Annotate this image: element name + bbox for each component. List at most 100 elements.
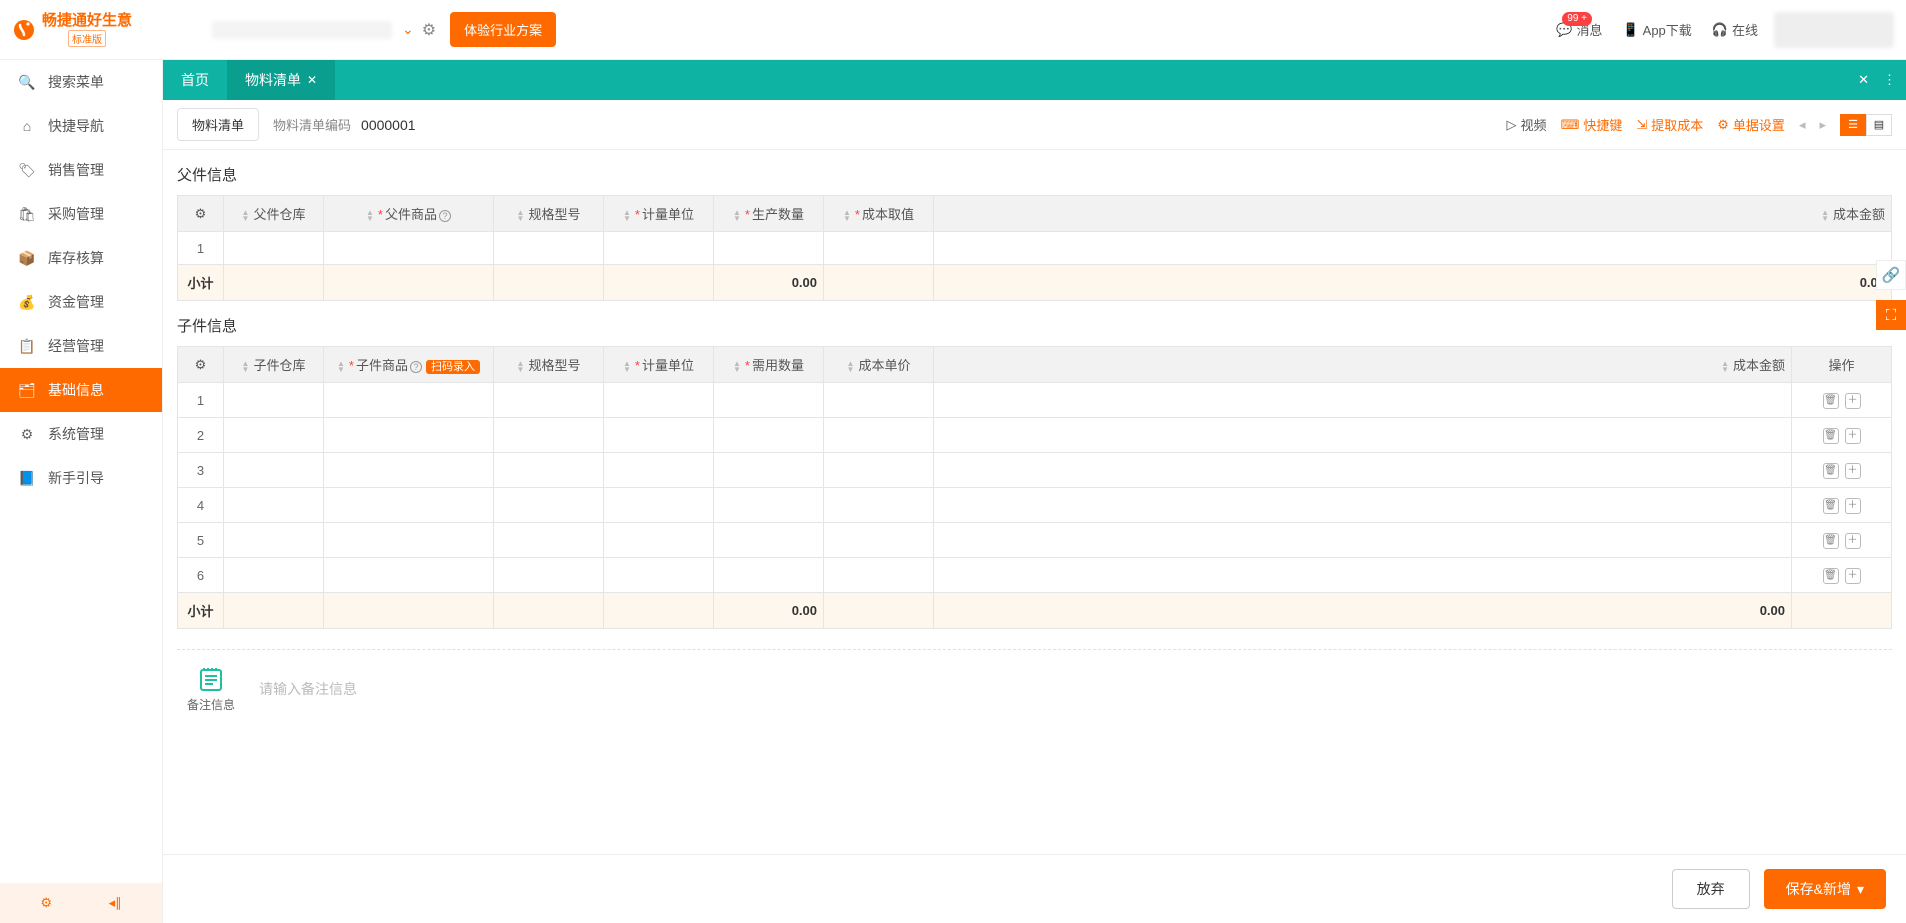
sidebar-item-sales[interactable]: 🏷销售管理 bbox=[0, 148, 162, 192]
col-parent-spec[interactable]: ▲▼规格型号 bbox=[494, 196, 604, 232]
col-child-qty[interactable]: ▲▼*需用数量 bbox=[714, 347, 824, 383]
cell[interactable] bbox=[224, 453, 324, 488]
child-row[interactable]: 4🗑＋ bbox=[178, 488, 1892, 523]
cell[interactable] bbox=[714, 523, 824, 558]
help-icon[interactable]: ? bbox=[439, 210, 451, 222]
cell[interactable] bbox=[494, 232, 604, 265]
cell[interactable] bbox=[604, 523, 714, 558]
cell[interactable] bbox=[324, 558, 494, 593]
cell[interactable] bbox=[714, 232, 824, 265]
sidebar-item-management[interactable]: 📋经营管理 bbox=[0, 324, 162, 368]
scan-badge[interactable]: 扫码录入 bbox=[426, 360, 480, 374]
cell[interactable] bbox=[604, 383, 714, 418]
prev-icon[interactable]: ◂ bbox=[1799, 117, 1806, 133]
sidebar-item-quicknav[interactable]: ⌂快捷导航 bbox=[0, 104, 162, 148]
cell[interactable] bbox=[824, 488, 934, 523]
cell[interactable] bbox=[604, 453, 714, 488]
cell[interactable] bbox=[824, 523, 934, 558]
messages-link[interactable]: 💬 消息 99 + bbox=[1556, 20, 1602, 39]
col-gear[interactable]: ⚙ bbox=[178, 347, 224, 383]
cell[interactable] bbox=[824, 453, 934, 488]
delete-icon[interactable]: 🗑 bbox=[1823, 393, 1839, 409]
cell[interactable] bbox=[224, 383, 324, 418]
delete-icon[interactable]: 🗑 bbox=[1823, 463, 1839, 479]
discard-button[interactable]: 放弃 bbox=[1672, 869, 1750, 909]
cell[interactable] bbox=[604, 558, 714, 593]
sidebar-item-basicinfo[interactable]: 🗂基础信息 bbox=[0, 368, 162, 412]
delete-icon[interactable]: 🗑 bbox=[1823, 533, 1839, 549]
add-row-icon[interactable]: ＋ bbox=[1845, 568, 1861, 584]
col-child-warehouse[interactable]: ▲▼子件仓库 bbox=[224, 347, 324, 383]
cell[interactable] bbox=[494, 523, 604, 558]
settings-icon[interactable]: ⚙ bbox=[40, 895, 52, 911]
sidebar-item-purchase[interactable]: 🛍采购管理 bbox=[0, 192, 162, 236]
cell[interactable] bbox=[324, 523, 494, 558]
parent-row[interactable]: 1 bbox=[178, 232, 1892, 265]
cell[interactable] bbox=[604, 488, 714, 523]
cell[interactable] bbox=[714, 383, 824, 418]
cell[interactable] bbox=[934, 383, 1792, 418]
online-support-link[interactable]: 🎧 在线 bbox=[1712, 20, 1758, 39]
col-parent-warehouse[interactable]: ▲▼父件仓库 bbox=[224, 196, 324, 232]
view-card-icon[interactable]: ▤ bbox=[1866, 114, 1892, 136]
add-row-icon[interactable]: ＋ bbox=[1845, 393, 1861, 409]
child-row[interactable]: 6🗑＋ bbox=[178, 558, 1892, 593]
cell[interactable] bbox=[824, 232, 934, 265]
view-list-icon[interactable]: ☰ bbox=[1840, 114, 1866, 136]
cell[interactable] bbox=[604, 232, 714, 265]
cell[interactable] bbox=[224, 523, 324, 558]
cell[interactable] bbox=[714, 453, 824, 488]
cell[interactable] bbox=[714, 558, 824, 593]
child-row[interactable]: 2🗑＋ bbox=[178, 418, 1892, 453]
add-row-icon[interactable]: ＋ bbox=[1845, 533, 1861, 549]
tab-bom[interactable]: 物料清单✕ bbox=[227, 60, 335, 100]
col-parent-qty[interactable]: ▲▼*生产数量 bbox=[714, 196, 824, 232]
experience-button[interactable]: 体验行业方案 bbox=[450, 12, 556, 47]
cell[interactable] bbox=[494, 383, 604, 418]
cell[interactable] bbox=[934, 558, 1792, 593]
next-icon[interactable]: ▸ bbox=[1819, 117, 1826, 133]
cell[interactable] bbox=[934, 232, 1892, 265]
col-gear[interactable]: ⚙ bbox=[178, 196, 224, 232]
cell[interactable] bbox=[934, 453, 1792, 488]
col-parent-cost-method[interactable]: ▲▼*成本取值 bbox=[824, 196, 934, 232]
col-child-cost-amount[interactable]: ▲▼成本金额 bbox=[934, 347, 1792, 383]
col-parent-cost-amount[interactable]: ▲▼成本金额 bbox=[934, 196, 1892, 232]
cell[interactable] bbox=[324, 232, 494, 265]
cell[interactable] bbox=[934, 418, 1792, 453]
cell[interactable] bbox=[494, 558, 604, 593]
col-child-product[interactable]: ▲▼*子件商品?扫码录入 bbox=[324, 347, 494, 383]
child-row[interactable]: 3🗑＋ bbox=[178, 453, 1892, 488]
cell[interactable] bbox=[224, 418, 324, 453]
extract-cost-link[interactable]: ⇲提取成本 bbox=[1636, 115, 1703, 134]
attachment-icon[interactable]: 🔗 bbox=[1876, 260, 1906, 290]
col-child-cost-price[interactable]: ▲▼成本单价 bbox=[824, 347, 934, 383]
cell[interactable] bbox=[224, 232, 324, 265]
col-child-spec[interactable]: ▲▼规格型号 bbox=[494, 347, 604, 383]
cell[interactable] bbox=[494, 453, 604, 488]
org-selector[interactable]: ⌄ bbox=[212, 21, 414, 39]
user-avatar[interactable] bbox=[1774, 12, 1894, 48]
cell[interactable] bbox=[824, 558, 934, 593]
cell[interactable] bbox=[494, 418, 604, 453]
tab-home[interactable]: 首页 bbox=[163, 60, 227, 100]
settings-gear-icon[interactable]: ⚙ bbox=[422, 20, 436, 40]
toolbar-tab[interactable]: 物料清单 bbox=[177, 108, 259, 141]
cell[interactable] bbox=[604, 418, 714, 453]
remark-input[interactable] bbox=[255, 671, 1882, 708]
col-parent-product[interactable]: ▲▼*父件商品? bbox=[324, 196, 494, 232]
add-row-icon[interactable]: ＋ bbox=[1845, 428, 1861, 444]
add-row-icon[interactable]: ＋ bbox=[1845, 463, 1861, 479]
close-all-icon[interactable]: ✕ bbox=[1858, 72, 1869, 88]
sidebar-item-system[interactable]: ⚙系统管理 bbox=[0, 412, 162, 456]
cell[interactable] bbox=[934, 488, 1792, 523]
col-child-unit[interactable]: ▲▼*计量单位 bbox=[604, 347, 714, 383]
help-icon[interactable]: ? bbox=[410, 361, 422, 373]
add-row-icon[interactable]: ＋ bbox=[1845, 498, 1861, 514]
cell[interactable] bbox=[224, 558, 324, 593]
cell[interactable] bbox=[824, 418, 934, 453]
cell[interactable] bbox=[224, 488, 324, 523]
delete-icon[interactable]: 🗑 bbox=[1823, 428, 1839, 444]
expand-icon[interactable]: ⛶ bbox=[1876, 300, 1906, 330]
close-icon[interactable]: ✕ bbox=[307, 73, 317, 87]
